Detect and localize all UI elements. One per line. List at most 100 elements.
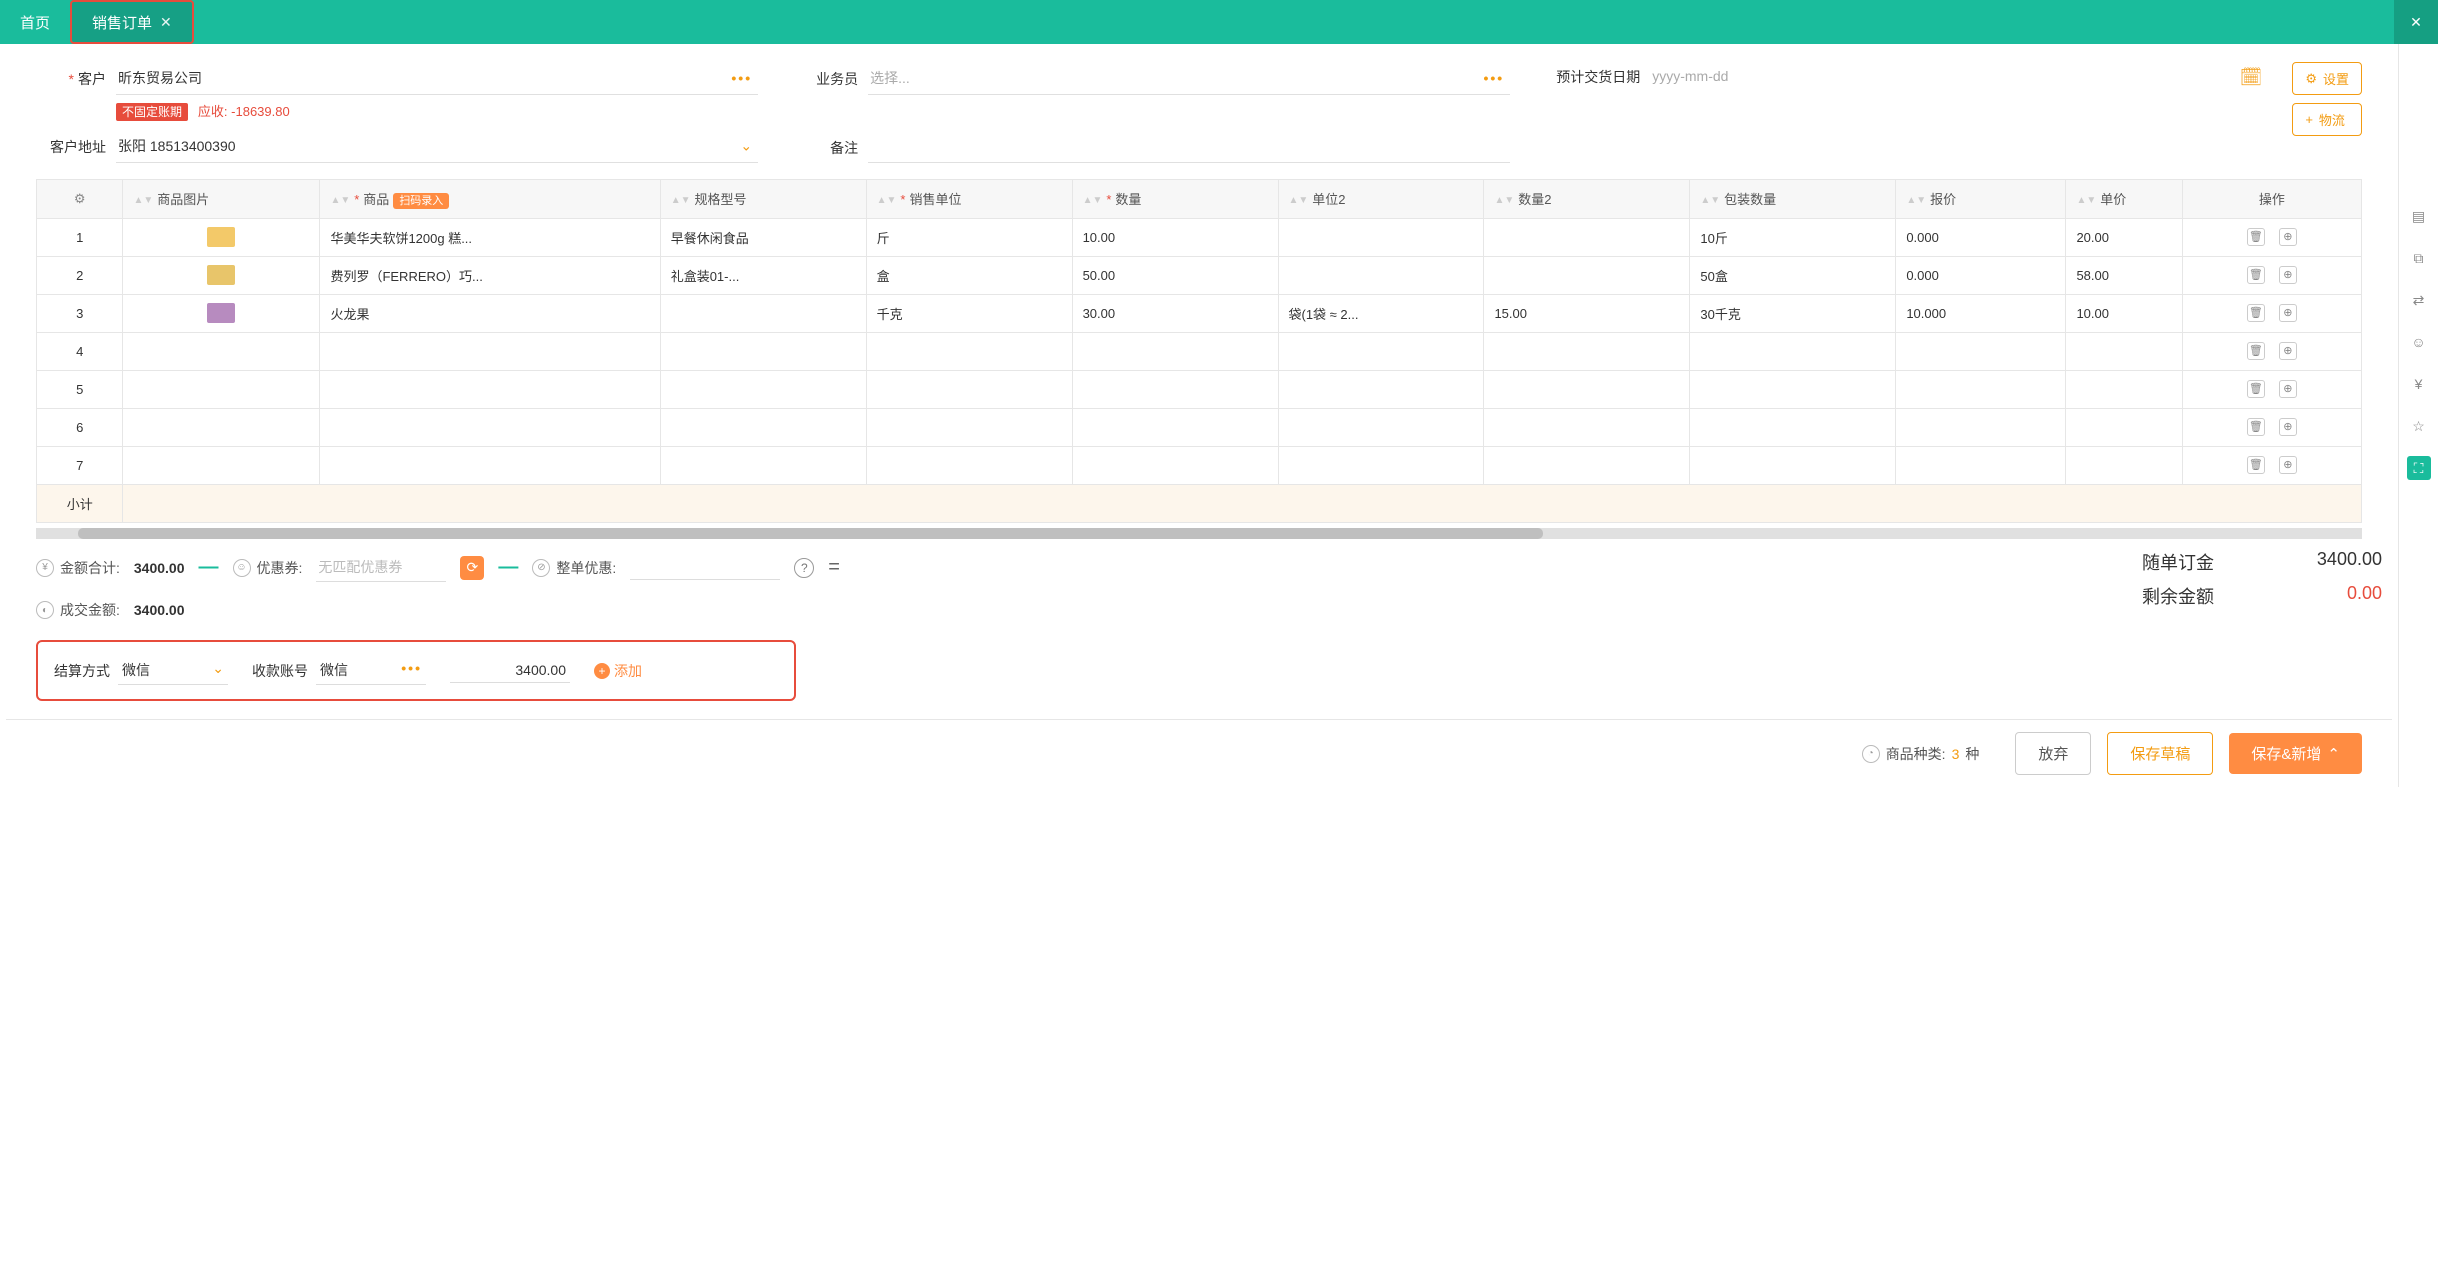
payment-amount-input[interactable]: 3400.00 — [450, 658, 570, 683]
sort-icon[interactable]: ▲▼ — [133, 198, 153, 204]
star-icon[interactable]: ☆ — [2407, 414, 2431, 438]
tab-bar: 首页 销售订单 ✕ ✕ — [0, 0, 2438, 44]
discard-button[interactable]: 放弃 — [2015, 732, 2091, 775]
refresh-icon[interactable]: ⟳ — [460, 556, 484, 580]
add-row-icon[interactable]: ⊕ — [2279, 418, 2297, 436]
save-new-button[interactable]: 保存&新增 ⌃ — [2229, 733, 2362, 774]
scan-badge[interactable]: 扫码录入 — [393, 193, 449, 209]
table-row[interactable]: 1 华美华夫软饼1200g 糕...早餐休闲食品斤10.00 10斤0.0002… — [37, 218, 2362, 256]
delete-icon[interactable]: 🗑 — [2247, 380, 2265, 398]
payment-account-label: 收款账号 — [252, 661, 308, 681]
table-row[interactable]: 7 🗑⊕ — [37, 446, 2362, 484]
more-dots-icon[interactable]: ••• — [1484, 70, 1505, 86]
tab-home[interactable]: 首页 — [0, 0, 70, 44]
delete-icon[interactable]: 🗑 — [2247, 418, 2265, 436]
plus-icon: + — [2305, 112, 2313, 127]
sort-icon[interactable]: ▲▼ — [2076, 198, 2096, 204]
link-icon[interactable]: ⧉ — [2407, 246, 2431, 270]
add-row-icon[interactable]: ⊕ — [2279, 380, 2297, 398]
remark-input[interactable] — [868, 133, 1510, 163]
add-row-icon[interactable]: ⊕ — [2279, 266, 2297, 284]
add-row-icon[interactable]: ⊕ — [2279, 456, 2297, 474]
salesperson-label: 业务员 — [788, 69, 858, 89]
transfer-icon[interactable]: ⇄ — [2407, 288, 2431, 312]
table-row[interactable]: 3 火龙果千克30.00 袋(1袋 ≈ 2...15.0030千克10.0001… — [37, 294, 2362, 332]
sort-icon[interactable]: ▲▼ — [671, 198, 691, 204]
deal-icon: ◐ — [36, 601, 54, 619]
address-input[interactable]: 张阳 18513400390 ⌄ — [116, 130, 758, 163]
minus-icon: — — [199, 556, 219, 579]
sort-icon[interactable]: ▲▼ — [1700, 198, 1720, 204]
save-draft-button[interactable]: 保存草稿 — [2107, 732, 2213, 775]
coupon-icon: ☺ — [233, 559, 251, 577]
payment-method-label: 结算方式 — [54, 661, 110, 681]
form-header: *客户 昕东贸易公司 ••• 不固定账期 应收: -18639.80 客户地址 … — [6, 56, 2392, 173]
delete-icon[interactable]: 🗑 — [2247, 228, 2265, 246]
tag-icon: ◔ — [1862, 745, 1880, 763]
tab-sales-order[interactable]: 销售订单 ✕ — [70, 0, 194, 44]
settings-button[interactable]: ⚙设置 — [2292, 62, 2362, 95]
remark-label: 备注 — [788, 138, 858, 158]
table-header-row: ⚙ ▲▼商品图片 ▲▼*商品扫码录入 ▲▼规格型号 ▲▼*销售单位 ▲▼*数量 … — [37, 180, 2362, 218]
sort-icon[interactable]: ▲▼ — [1083, 198, 1103, 204]
close-panel-icon[interactable]: ✕ — [2394, 0, 2438, 44]
customer-label: *客户 — [36, 69, 106, 89]
expand-icon[interactable]: ⛶ — [2407, 456, 2431, 480]
delivery-date-label: 预计交货日期 — [1540, 67, 1640, 87]
coupon-input[interactable]: 无匹配优惠券 — [316, 553, 446, 582]
total-amount: 3400.00 — [134, 560, 185, 576]
delivery-date-input[interactable]: yyyy-mm-dd — [1650, 62, 2229, 92]
table-row[interactable]: 6 🗑⊕ — [37, 408, 2362, 446]
user-icon[interactable]: ☺ — [2407, 330, 2431, 354]
tab-close-icon[interactable]: ✕ — [160, 14, 172, 31]
sort-icon[interactable]: ▲▼ — [1906, 198, 1926, 204]
sort-icon[interactable]: ▲▼ — [1289, 198, 1309, 204]
right-toolbar: ▤ ⧉ ⇄ ☺ ¥ ☆ ⛶ — [2398, 44, 2438, 787]
billing-cycle-badge: 不固定账期 — [116, 103, 188, 121]
delete-icon[interactable]: 🗑 — [2247, 304, 2265, 322]
logistics-button[interactable]: +物流 — [2292, 103, 2362, 136]
equals-icon: = — [828, 556, 840, 579]
customer-input[interactable]: 昕东贸易公司 ••• — [116, 62, 758, 95]
add-row-icon[interactable]: ⊕ — [2279, 304, 2297, 322]
delete-icon[interactable]: 🗑 — [2247, 456, 2265, 474]
add-payment-button[interactable]: +添加 — [594, 661, 642, 681]
sort-icon[interactable]: ▲▼ — [1494, 198, 1514, 204]
chevron-down-icon[interactable]: ⌄ — [740, 138, 752, 155]
minus-icon: — — [498, 556, 518, 579]
notes-icon[interactable]: ▤ — [2407, 204, 2431, 228]
add-row-icon[interactable]: ⊕ — [2279, 342, 2297, 360]
payment-account-select[interactable]: 微信••• — [316, 656, 426, 685]
address-label: 客户地址 — [36, 137, 106, 157]
chevron-down-icon: ⌄ — [212, 660, 224, 677]
side-totals: 随单订金3400.00 剩余金额0.00 — [2142, 539, 2392, 617]
help-icon[interactable]: ? — [794, 558, 814, 578]
items-table: ⚙ ▲▼商品图片 ▲▼*商品扫码录入 ▲▼规格型号 ▲▼*销售单位 ▲▼*数量 … — [36, 179, 2362, 523]
salesperson-input[interactable]: 选择... ••• — [868, 62, 1510, 95]
more-dots-icon[interactable]: ••• — [731, 70, 752, 86]
gear-icon: ⚙ — [2305, 71, 2317, 87]
footer-bar: ◔商品种类: 3 种 放弃 保存草稿 保存&新增 ⌃ — [6, 719, 2392, 787]
table-row[interactable]: 4 🗑⊕ — [37, 332, 2362, 370]
gear-icon[interactable]: ⚙ — [74, 191, 86, 206]
horizontal-scrollbar[interactable] — [36, 528, 2362, 539]
add-row-icon[interactable]: ⊕ — [2279, 228, 2297, 246]
table-row[interactable]: 2 费列罗（FERRERO）巧...礼盒装01-...盒50.00 50盒0.0… — [37, 256, 2362, 294]
payment-method-select[interactable]: 微信⌄ — [118, 656, 228, 685]
delete-icon[interactable]: 🗑 — [2247, 266, 2265, 284]
calendar-icon[interactable]: 🗓 — [2239, 67, 2262, 88]
discount-icon: ⊘ — [532, 559, 550, 577]
money-icon[interactable]: ¥ — [2407, 372, 2431, 396]
deal-amount: 3400.00 — [134, 602, 185, 618]
sort-icon[interactable]: ▲▼ — [330, 198, 350, 204]
table-row[interactable]: 5 🗑⊕ — [37, 370, 2362, 408]
delete-icon[interactable]: 🗑 — [2247, 342, 2265, 360]
chevron-up-icon: ⌃ — [2327, 745, 2340, 763]
subtotal-label: 小计 — [37, 484, 123, 522]
sort-icon[interactable]: ▲▼ — [877, 198, 897, 204]
receivable-text: 应收: -18639.80 — [198, 104, 290, 119]
payment-section: 结算方式 微信⌄ 收款账号 微信••• 3400.00 +添加 — [36, 640, 796, 701]
more-dots-icon: ••• — [401, 660, 422, 676]
discount-input[interactable] — [630, 556, 780, 580]
plus-circle-icon: + — [594, 663, 610, 679]
